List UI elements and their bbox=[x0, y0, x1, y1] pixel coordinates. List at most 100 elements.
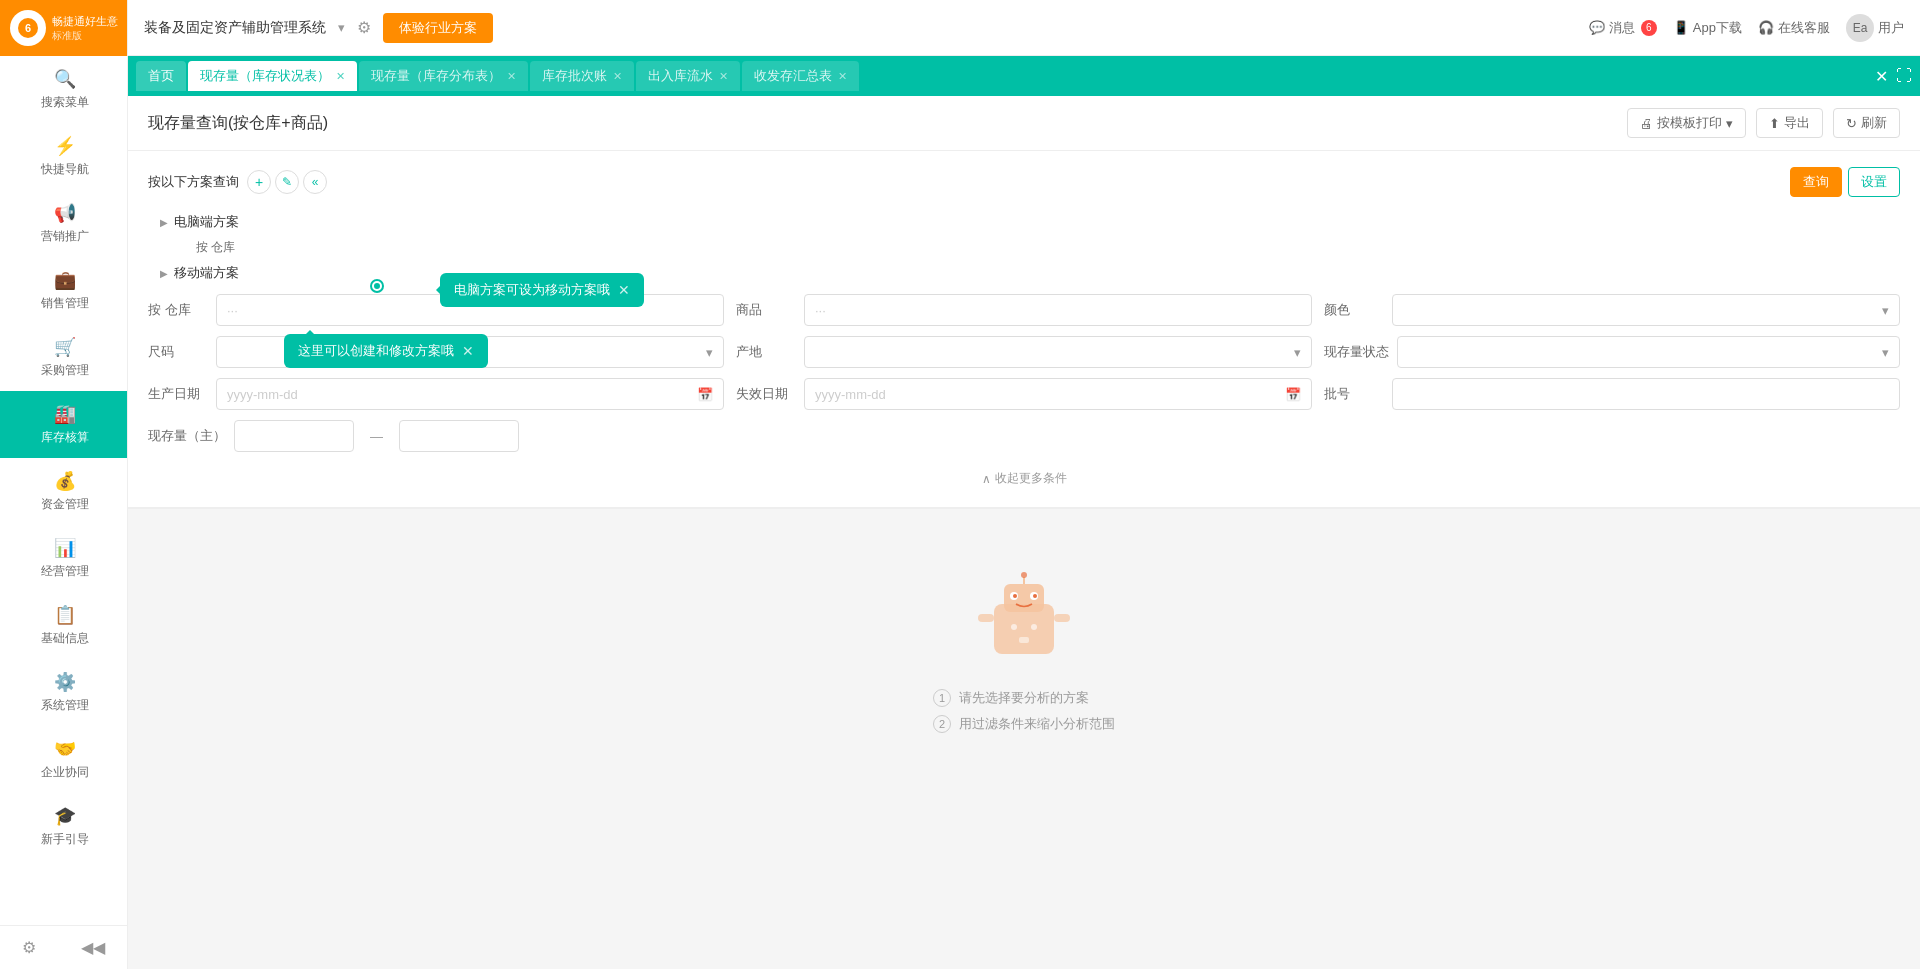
app-download-btn[interactable]: 📱 App下载 bbox=[1673, 19, 1742, 37]
tab-flow-label: 出入库流水 bbox=[648, 67, 713, 85]
sidebar-item-operation[interactable]: 📊 经营管理 bbox=[0, 525, 127, 592]
system-dropdown-icon[interactable]: ▾ bbox=[338, 20, 345, 35]
stock-label: 现存量（主） bbox=[148, 427, 226, 445]
sidebar-item-system[interactable]: ⚙️ 系统管理 bbox=[0, 659, 127, 726]
message-label: 消息 bbox=[1609, 19, 1635, 37]
main-area: 装备及固定资产辅助管理系统 ▾ ⚙ 体验行业方案 💬 消息 6 📱 App下载 … bbox=[128, 0, 1920, 969]
tab-home[interactable]: 首页 bbox=[136, 61, 186, 91]
export-label: 导出 bbox=[1784, 114, 1810, 132]
tab-summary-label: 收发存汇总表 bbox=[754, 67, 832, 85]
stock-min-input[interactable] bbox=[234, 420, 354, 452]
product-field-label: 商品 bbox=[736, 301, 796, 319]
sidebar-item-guide[interactable]: 🎓 新手引导 bbox=[0, 793, 127, 860]
color-input[interactable]: ▾ bbox=[1392, 294, 1900, 326]
refresh-btn[interactable]: ↻ 刷新 bbox=[1833, 108, 1900, 138]
tab-batch-close[interactable]: ✕ bbox=[613, 70, 622, 83]
avatar: Ea bbox=[1846, 14, 1874, 42]
tab-flow-close[interactable]: ✕ bbox=[719, 70, 728, 83]
origin-caret-icon: ▾ bbox=[1294, 345, 1301, 360]
tooltip2-close[interactable]: ✕ bbox=[462, 343, 474, 359]
export-btn[interactable]: ⬆ 导出 bbox=[1756, 108, 1823, 138]
expire-date-label: 失效日期 bbox=[736, 385, 796, 403]
user-label: 用户 bbox=[1878, 19, 1904, 37]
sidebar-item-quicknav[interactable]: ⚡ 快捷导航 bbox=[0, 123, 127, 190]
headset-icon: 🎧 bbox=[1758, 20, 1774, 35]
tab-batch[interactable]: 库存批次账 ✕ bbox=[530, 61, 634, 91]
field-origin: 产地 ▾ bbox=[736, 336, 1312, 368]
tabs-bar: 首页 现存量（库存状况表） ✕ 现存量（库存分布表） ✕ 库存批次账 ✕ 出入库… bbox=[128, 56, 1920, 96]
tab-summary-close[interactable]: ✕ bbox=[838, 70, 847, 83]
collapse-arrow-icon: ∧ bbox=[982, 472, 991, 486]
svg-point-13 bbox=[1031, 624, 1037, 630]
field-batch: 批号 bbox=[1324, 378, 1900, 410]
expire-date-input[interactable]: yyyy-mm-dd 📅 bbox=[804, 378, 1312, 410]
app-download-label: App下载 bbox=[1693, 19, 1742, 37]
tab-close-all-icon[interactable]: ✕ bbox=[1875, 67, 1888, 86]
logo-text: 畅捷通好生意 标准版 bbox=[52, 14, 118, 41]
tab-expand-icon[interactable]: ⛶ bbox=[1896, 67, 1912, 86]
scheme-item-pc[interactable]: ▶ 电脑端方案 bbox=[160, 209, 1900, 235]
size-caret-icon: ▾ bbox=[706, 345, 713, 360]
filter-actions: + ✎ « bbox=[247, 170, 327, 194]
scheme-item-mobile[interactable]: ▶ 移动端方案 bbox=[160, 260, 1900, 286]
tab-inventory-status[interactable]: 现存量（库存状况表） ✕ bbox=[188, 61, 357, 91]
sidebar-item-enterprise[interactable]: 🤝 企业协同 bbox=[0, 726, 127, 793]
stock-status-field-label: 现存量状态 bbox=[1324, 343, 1389, 361]
tab-inventory-status-close[interactable]: ✕ bbox=[336, 70, 345, 83]
marketing-icon: 📢 bbox=[54, 202, 76, 224]
tab-inventory-dist-close[interactable]: ✕ bbox=[507, 70, 516, 83]
settings-gear-icon[interactable]: ⚙ bbox=[357, 18, 371, 37]
empty-step-1: 1 请先选择要分析的方案 bbox=[933, 689, 1115, 707]
stock-status-caret-icon: ▾ bbox=[1882, 345, 1889, 360]
message-btn[interactable]: 💬 消息 6 bbox=[1589, 19, 1657, 37]
stock-status-input[interactable]: ▾ bbox=[1397, 336, 1900, 368]
page-header: 现存量查询(按仓库+商品) 🖨 按模板打印 ▾ ⬆ 导出 ↻ 刷新 bbox=[128, 96, 1920, 151]
print-btn[interactable]: 🖨 按模板打印 ▾ bbox=[1627, 108, 1746, 138]
step-1-text: 请先选择要分析的方案 bbox=[959, 689, 1089, 707]
collapse-btn[interactable]: ∧ 收起更多条件 bbox=[148, 462, 1900, 491]
sidebar-item-finance[interactable]: 💰 资金管理 bbox=[0, 458, 127, 525]
back-scheme-btn[interactable]: « bbox=[303, 170, 327, 194]
tooltip1-close[interactable]: ✕ bbox=[618, 282, 630, 298]
edit-scheme-btn[interactable]: ✎ bbox=[275, 170, 299, 194]
print-dropdown-icon: ▾ bbox=[1726, 116, 1733, 131]
scheme-item-warehouse[interactable]: 按 仓库 bbox=[160, 235, 1900, 260]
online-support-btn[interactable]: 🎧 在线客服 bbox=[1758, 19, 1830, 37]
print-icon: 🖨 bbox=[1640, 116, 1653, 131]
industry-btn[interactable]: 体验行业方案 bbox=[383, 13, 493, 43]
user-area[interactable]: Ea 用户 bbox=[1846, 14, 1904, 42]
finance-icon: 💰 bbox=[54, 470, 76, 492]
dot-indicator bbox=[372, 281, 382, 291]
svg-point-6 bbox=[1013, 594, 1017, 598]
produce-date-input[interactable]: yyyy-mm-dd 📅 bbox=[216, 378, 724, 410]
origin-input[interactable]: ▾ bbox=[804, 336, 1312, 368]
collapse-sidebar-icon[interactable]: ◀◀ bbox=[81, 938, 105, 957]
sidebar-item-sales[interactable]: 💼 销售管理 bbox=[0, 257, 127, 324]
add-scheme-btn[interactable]: + bbox=[247, 170, 271, 194]
tab-summary[interactable]: 收发存汇总表 ✕ bbox=[742, 61, 859, 91]
stock-max-input[interactable] bbox=[399, 420, 519, 452]
header-left: 装备及固定资产辅助管理系统 ▾ ⚙ 体验行业方案 bbox=[144, 13, 493, 43]
expire-date-calendar-icon: 📅 bbox=[1285, 387, 1301, 402]
sidebar-item-marketing[interactable]: 📢 营销推广 bbox=[0, 190, 127, 257]
query-btn[interactable]: 查询 bbox=[1790, 167, 1842, 197]
settings-label: 设置 bbox=[1861, 173, 1887, 191]
warehouse-field-label: 按 仓库 bbox=[148, 301, 208, 319]
color-field-label: 颜色 bbox=[1324, 301, 1384, 319]
scheme-list: ▶ 电脑端方案 按 仓库 ▶ 移动端方案 bbox=[148, 209, 1900, 286]
produce-date-calendar-icon: 📅 bbox=[697, 387, 713, 402]
sidebar-item-purchase[interactable]: 🛒 采购管理 bbox=[0, 324, 127, 391]
settings-btn[interactable]: 设置 bbox=[1848, 167, 1900, 197]
tab-flow[interactable]: 出入库流水 ✕ bbox=[636, 61, 740, 91]
sidebar-item-search[interactable]: 🔍 搜索菜单 bbox=[0, 56, 127, 123]
tab-inventory-dist[interactable]: 现存量（库存分布表） ✕ bbox=[359, 61, 528, 91]
header: 装备及固定资产辅助管理系统 ▾ ⚙ 体验行业方案 💬 消息 6 📱 App下载 … bbox=[128, 0, 1920, 56]
sidebar-item-basic[interactable]: 📋 基础信息 bbox=[0, 592, 127, 659]
product-input[interactable]: ··· bbox=[804, 294, 1312, 326]
settings-icon[interactable]: ⚙ bbox=[22, 938, 36, 957]
tooltip-create-scheme: 这里可以创建和修改方案哦 ✕ bbox=[284, 334, 488, 368]
field-color: 颜色 ▾ bbox=[1324, 294, 1900, 326]
batch-input[interactable] bbox=[1392, 378, 1900, 410]
sidebar-item-inventory[interactable]: 🏭 库存核算 bbox=[0, 391, 127, 458]
color-caret-icon: ▾ bbox=[1882, 303, 1889, 318]
